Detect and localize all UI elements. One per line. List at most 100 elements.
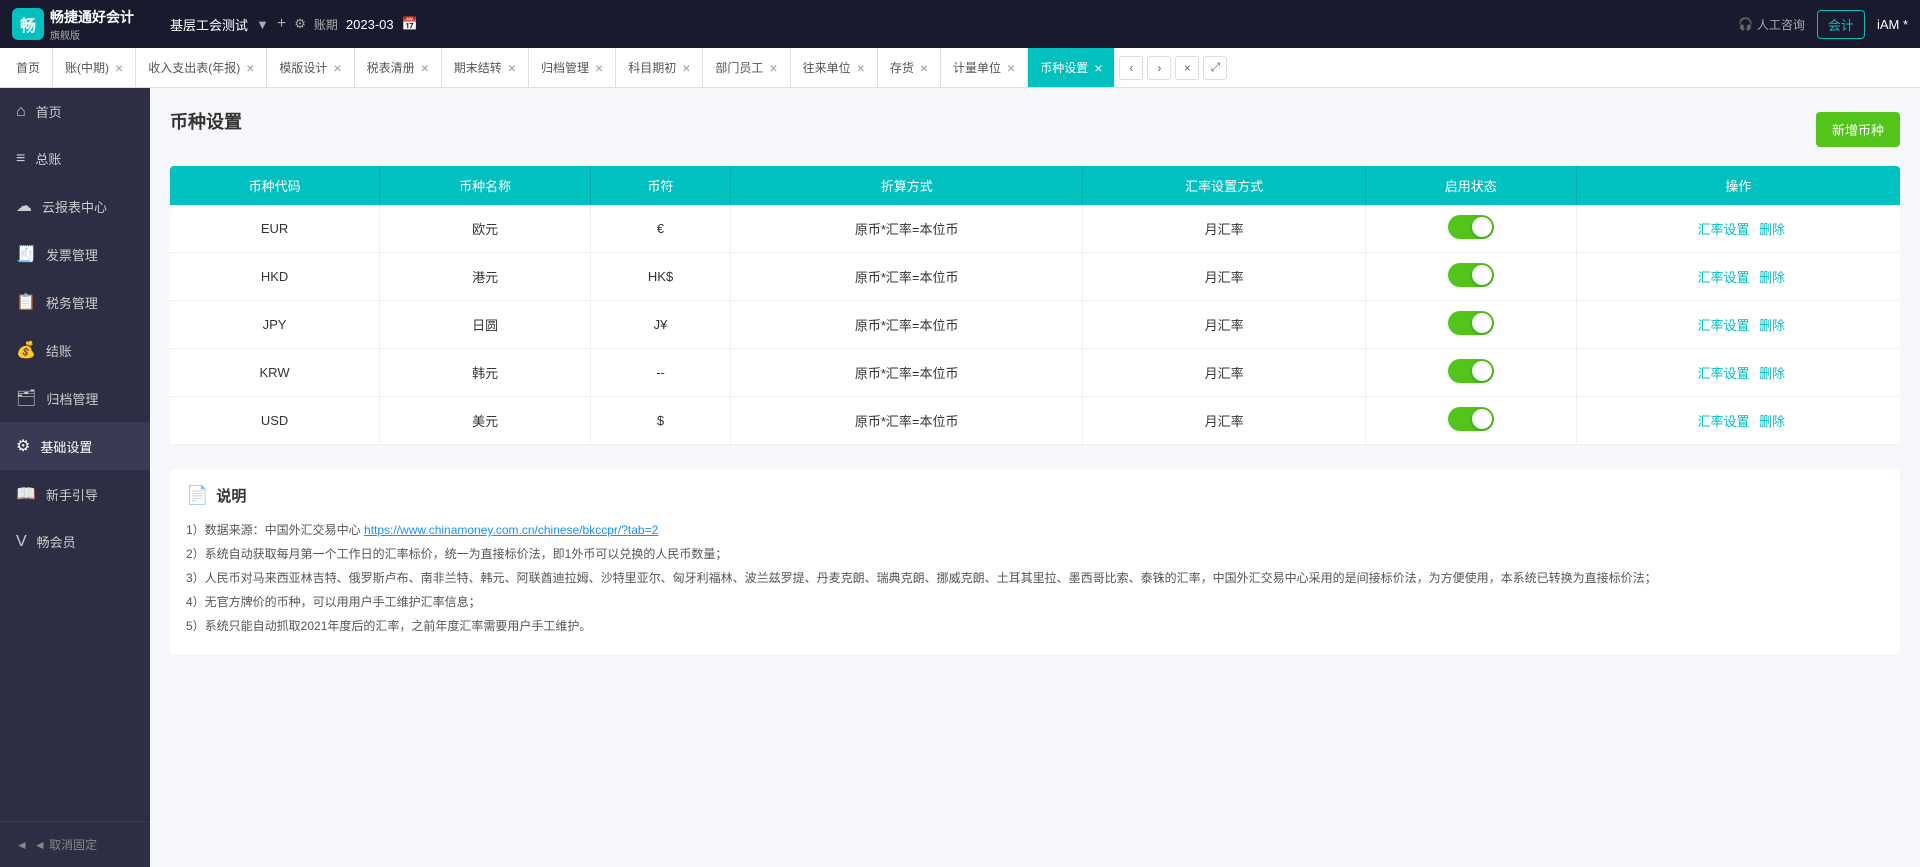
delete-link[interactable]: 删除	[1759, 414, 1785, 429]
cell-name: 日圆	[380, 301, 591, 349]
toggle-switch[interactable]	[1448, 407, 1494, 431]
sidebar-item-settings[interactable]: ⚙ 基础设置	[0, 422, 150, 470]
sidebar-item-guide[interactable]: 📖 新手引导	[0, 470, 150, 518]
sidebar-cloud-label: 云报表中心	[42, 197, 107, 216]
sidebar-invoice-label: 发票管理	[46, 245, 98, 264]
tab-archive[interactable]: 归档管理 ×	[529, 48, 616, 88]
tab-dept-close[interactable]: ×	[769, 60, 777, 76]
rate-setting-link[interactable]: 汇率设置	[1698, 270, 1750, 285]
tab-dept[interactable]: 部门员工 ×	[703, 48, 790, 88]
table-row: USD 美元 $ 原币*汇率=本位币 月汇率 汇率设置 删除	[170, 397, 1900, 445]
tab-currency[interactable]: 币种设置 ×	[1028, 48, 1115, 88]
notes-content: 1）数据来源：中国外汇交易中心 https://www.chinamoney.c…	[186, 518, 1884, 638]
tab-subject-close[interactable]: ×	[682, 60, 690, 76]
tab-expand-btn[interactable]: ⤢	[1203, 56, 1227, 80]
tab-period-end[interactable]: 期末结转 ×	[442, 48, 529, 88]
tab-subject[interactable]: 科目期初 ×	[616, 48, 703, 88]
tab-archive-close[interactable]: ×	[595, 60, 603, 76]
account-button[interactable]: 会计	[1817, 10, 1865, 39]
cell-rate-type: 月汇率	[1083, 205, 1365, 253]
sidebar-pin-btn[interactable]: ◄ ◄ 取消固定	[0, 821, 150, 867]
delete-link[interactable]: 删除	[1759, 366, 1785, 381]
th-rate-type: 汇率设置方式	[1083, 166, 1365, 205]
delete-link[interactable]: 删除	[1759, 318, 1785, 333]
tab-inventory-close[interactable]: ×	[920, 60, 928, 76]
table-header-row: 币种代码 币种名称 币符 折算方式 汇率设置方式 启用状态 操作	[170, 166, 1900, 205]
rate-setting-link[interactable]: 汇率设置	[1698, 414, 1750, 429]
sidebar-item-cloud[interactable]: ☁ 云报表中心	[0, 182, 150, 230]
cell-name: 港元	[380, 253, 591, 301]
app-sub: 旗舰版	[50, 27, 134, 42]
sidebar-item-home[interactable]: ⌂ 首页	[0, 88, 150, 135]
table-row: KRW 韩元 -- 原币*汇率=本位币 月汇率 汇率设置 删除	[170, 349, 1900, 397]
cell-code: EUR	[170, 205, 380, 253]
tab-dept-label: 部门员工	[715, 59, 763, 76]
delete-link[interactable]: 删除	[1759, 222, 1785, 237]
cell-status	[1365, 205, 1576, 253]
rate-setting-link[interactable]: 汇率设置	[1698, 318, 1750, 333]
pin-icon: ◄	[16, 838, 28, 852]
logo-text-wrap: 畅捷通好会计 旗舰版	[50, 7, 134, 42]
tab-taxform-close[interactable]: ×	[421, 60, 429, 76]
tab-income-close[interactable]: ×	[246, 60, 254, 76]
note-item-1: 1）数据来源：中国外汇交易中心 https://www.chinamoney.c…	[186, 518, 1884, 542]
cell-code: KRW	[170, 349, 380, 397]
tab-unit[interactable]: 计量单位 ×	[941, 48, 1028, 88]
tab-template-close[interactable]: ×	[333, 60, 341, 76]
rate-setting-link[interactable]: 汇率设置	[1698, 366, 1750, 381]
company-dropdown[interactable]: ▼	[256, 17, 269, 32]
tab-ledger[interactable]: 账(中期) ×	[53, 48, 136, 88]
rate-setting-link[interactable]: 汇率设置	[1698, 222, 1750, 237]
tab-close-all-btn[interactable]: ×	[1175, 56, 1199, 80]
tab-template[interactable]: 模版设计 ×	[267, 48, 354, 88]
add-tab-btn[interactable]: +	[277, 15, 286, 33]
tab-ledger-close[interactable]: ×	[115, 60, 123, 76]
toggle-switch[interactable]	[1448, 263, 1494, 287]
tab-unit-close[interactable]: ×	[1007, 60, 1015, 76]
new-currency-btn[interactable]: 新增币种	[1816, 112, 1900, 147]
cell-rate-type: 月汇率	[1083, 253, 1365, 301]
toggle-switch[interactable]	[1448, 359, 1494, 383]
notes-title: 📄 说明	[186, 485, 1884, 506]
company-name: 基层工会测试	[170, 15, 248, 34]
settings-icon[interactable]: ⚙	[294, 16, 306, 32]
note-item-4: 4）无官方牌价的币种，可以用用户手工维护汇率信息；	[186, 590, 1884, 614]
tab-period-end-close[interactable]: ×	[508, 60, 516, 76]
sidebar: ⌂ 首页 ≡ 总账 ☁ 云报表中心 🧾 发票管理 📋 税务管理 💰 结账 🗂 归…	[0, 88, 150, 867]
tab-customer-close[interactable]: ×	[857, 60, 865, 76]
cell-symbol: --	[591, 349, 731, 397]
tab-customer[interactable]: 往来单位 ×	[791, 48, 878, 88]
calendar-icon[interactable]: 📅	[402, 16, 418, 32]
cell-action: 汇率设置 删除	[1576, 205, 1900, 253]
page-title: 币种设置	[170, 108, 242, 134]
period-label: 账期	[314, 16, 338, 33]
tab-period-end-label: 期末结转	[454, 59, 502, 76]
headset-icon: 🎧	[1738, 17, 1753, 31]
delete-link[interactable]: 删除	[1759, 270, 1785, 285]
sidebar-item-archive[interactable]: 🗂 归档管理	[0, 374, 150, 422]
sidebar-item-tax[interactable]: 📋 税务管理	[0, 278, 150, 326]
sidebar-item-invoice[interactable]: 🧾 发票管理	[0, 230, 150, 278]
notes-icon: 📄	[186, 485, 208, 506]
cell-calc: 原币*汇率=本位币	[730, 397, 1083, 445]
note-item-5: 5）系统只能自动抓取2021年度后的汇率，之前年度汇率需要用户手工维护。	[186, 614, 1884, 638]
th-calc: 折算方式	[730, 166, 1083, 205]
settings-sidebar-icon: ⚙	[16, 436, 30, 456]
toggle-switch[interactable]	[1448, 215, 1494, 239]
sidebar-item-ledger[interactable]: ≡ 总账	[0, 135, 150, 182]
tab-currency-close[interactable]: ×	[1094, 60, 1102, 76]
sidebar-item-member[interactable]: V 畅会员	[0, 518, 150, 565]
tab-income[interactable]: 收入支出表(年报) ×	[136, 48, 267, 88]
tab-taxform[interactable]: 税表清册 ×	[355, 48, 442, 88]
toggle-switch[interactable]	[1448, 311, 1494, 335]
cell-status	[1365, 397, 1576, 445]
tab-home[interactable]: 首页	[4, 48, 53, 88]
tab-prev-btn[interactable]: ‹	[1119, 56, 1143, 80]
tab-inventory[interactable]: 存货 ×	[878, 48, 941, 88]
invoice-icon: 🧾	[16, 244, 36, 264]
tab-next-btn[interactable]: ›	[1147, 56, 1171, 80]
notes-link[interactable]: https://www.chinamoney.com.cn/chinese/bk…	[364, 523, 658, 537]
consult-btn[interactable]: 🎧 人工咨询	[1738, 16, 1805, 33]
sidebar-item-checkout[interactable]: 💰 结账	[0, 326, 150, 374]
tab-taxform-label: 税表清册	[367, 59, 415, 76]
